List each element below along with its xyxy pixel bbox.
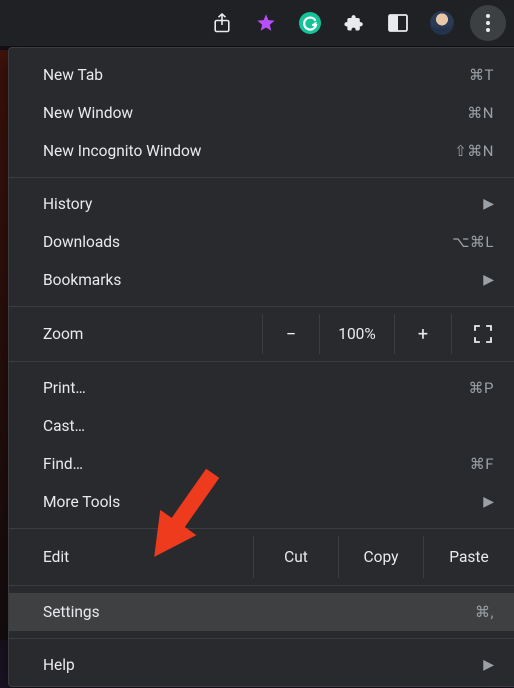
menu-label: Help — [43, 656, 475, 674]
menu-label: New Incognito Window — [43, 142, 454, 160]
menu-shortcut: ⌘T — [469, 66, 494, 84]
menu-label: Cast… — [43, 417, 494, 435]
edit-copy-button[interactable]: Copy — [338, 536, 423, 578]
menu-separator — [9, 177, 514, 178]
menu-shortcut: ⌘N — [467, 104, 494, 122]
menu-shortcut: ⌥⌘L — [452, 233, 494, 251]
side-panel-button[interactable] — [380, 5, 416, 41]
fullscreen-icon — [474, 325, 492, 343]
chrome-main-menu: New Tab ⌘T New Window ⌘N New Incognito W… — [8, 47, 514, 687]
menu-separator — [9, 528, 514, 529]
menu-item-history[interactable]: History ▶ — [9, 185, 514, 223]
menu-label: Zoom — [43, 325, 262, 343]
menu-item-help[interactable]: Help ▶ — [9, 646, 514, 684]
submenu-caret-icon: ▶ — [483, 657, 494, 673]
menu-item-cast[interactable]: Cast… — [9, 407, 514, 445]
menu-shortcut: ⌘F — [470, 455, 494, 473]
fullscreen-button[interactable] — [451, 314, 514, 354]
menu-label: History — [43, 195, 475, 213]
menu-separator — [9, 361, 514, 362]
menu-shortcut: ⇧⌘N — [454, 142, 494, 160]
menu-label: Downloads — [43, 233, 452, 251]
submenu-caret-icon: ▶ — [483, 272, 494, 288]
bookmark-star-button[interactable] — [248, 5, 284, 41]
menu-separator — [9, 585, 514, 586]
star-icon — [255, 12, 277, 34]
submenu-caret-icon: ▶ — [483, 494, 494, 510]
menu-label: New Tab — [43, 66, 469, 84]
menu-item-new-window[interactable]: New Window ⌘N — [9, 94, 514, 132]
menu-label: Find… — [43, 455, 470, 473]
menu-item-settings[interactable]: Settings ⌘, — [9, 593, 514, 631]
menu-item-new-tab[interactable]: New Tab ⌘T — [9, 56, 514, 94]
kebab-menu-icon — [486, 14, 490, 18]
menu-label: Bookmarks — [43, 271, 475, 289]
menu-item-downloads[interactable]: Downloads ⌥⌘L — [9, 223, 514, 261]
menu-item-more-tools[interactable]: More Tools ▶ — [9, 483, 514, 521]
menu-item-zoom: Zoom − 100% + — [9, 314, 514, 354]
menu-item-new-incognito[interactable]: New Incognito Window ⇧⌘N — [9, 132, 514, 170]
chrome-menu-button[interactable] — [470, 5, 506, 41]
menu-item-find[interactable]: Find… ⌘F — [9, 445, 514, 483]
reader-icon — [388, 14, 408, 32]
menu-item-print[interactable]: Print… ⌘P — [9, 369, 514, 407]
edit-paste-button[interactable]: Paste — [423, 536, 514, 578]
browser-toolbar — [0, 0, 514, 46]
extensions-button[interactable] — [336, 5, 372, 41]
menu-shortcut: ⌘P — [469, 379, 494, 397]
menu-label: Print… — [43, 379, 469, 397]
avatar — [430, 11, 454, 35]
minus-icon: − — [286, 324, 296, 345]
zoom-value: 100% — [319, 314, 394, 354]
grammarly-extension-button[interactable] — [292, 5, 328, 41]
menu-shortcut: ⌘, — [475, 603, 494, 621]
menu-label: New Window — [43, 104, 467, 122]
zoom-out-button[interactable]: − — [262, 314, 319, 354]
plus-icon: + — [418, 324, 428, 345]
menu-item-edit: Edit Cut Copy Paste — [9, 536, 514, 578]
share-icon — [213, 13, 231, 33]
submenu-caret-icon: ▶ — [483, 196, 494, 212]
puzzle-icon — [344, 13, 364, 33]
share-button[interactable] — [204, 5, 240, 41]
menu-label: Edit — [43, 548, 253, 566]
grammarly-icon — [298, 11, 322, 35]
menu-label: Settings — [43, 603, 475, 621]
menu-separator — [9, 638, 514, 639]
edit-cut-button[interactable]: Cut — [253, 536, 338, 578]
menu-separator — [9, 306, 514, 307]
profile-avatar-button[interactable] — [424, 5, 460, 41]
menu-item-bookmarks[interactable]: Bookmarks ▶ — [9, 261, 514, 299]
menu-label: More Tools — [43, 493, 475, 511]
zoom-in-button[interactable]: + — [394, 314, 451, 354]
